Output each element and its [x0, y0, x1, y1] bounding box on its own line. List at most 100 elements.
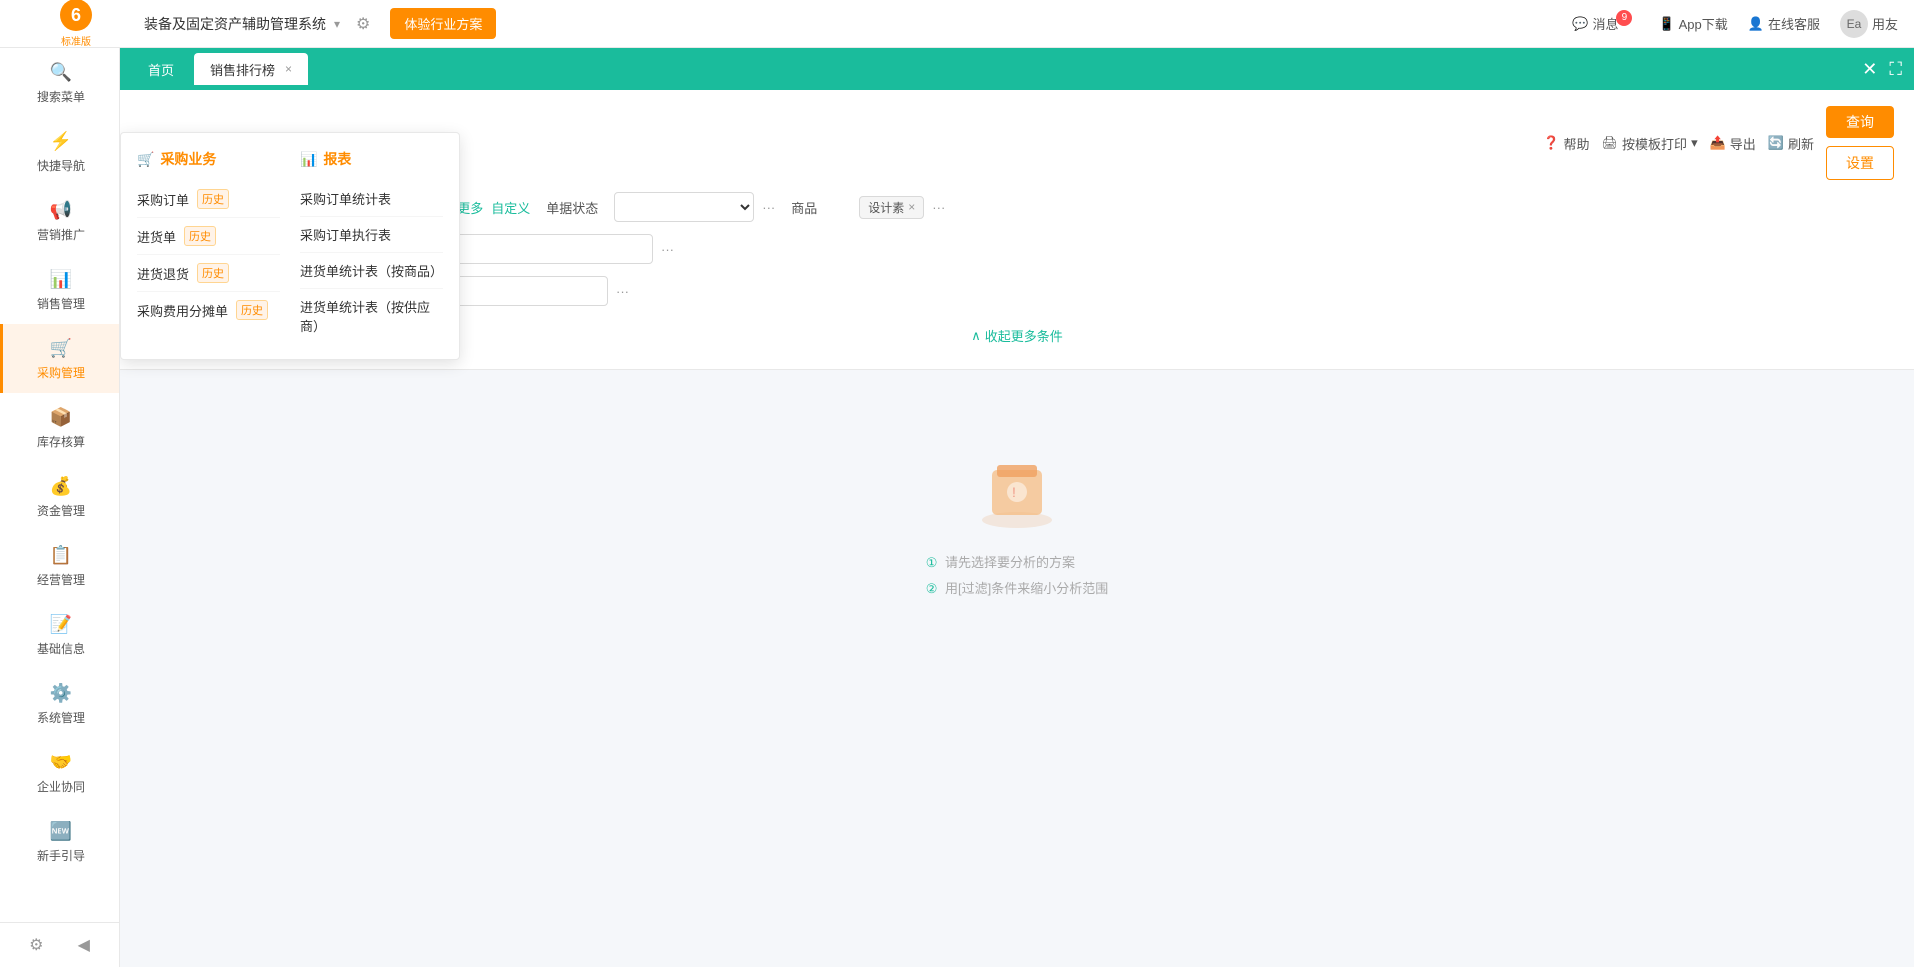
date-more[interactable]: 更多: [457, 198, 483, 217]
menu-item-report-order-stat[interactable]: 采购订单统计表: [300, 181, 443, 217]
doc-status-select[interactable]: [614, 192, 754, 222]
menu-item-label: 进货单: [137, 227, 176, 246]
help-button[interactable]: ❓ 帮助: [1543, 134, 1589, 153]
salesman-input[interactable]: [453, 234, 653, 264]
user-avatar: Ea: [1840, 10, 1868, 38]
menu-item-report-inbound-goods[interactable]: 进货单统计表（按商品）: [300, 253, 443, 289]
dropdown-menu: 🛒 采购业务 采购订单 历史 进货单 历史 进货退货: [120, 132, 460, 360]
quick-icon: ⚡: [49, 129, 73, 153]
logo-text: 标准版: [61, 33, 91, 48]
purchase-menu-title-icon: 🛒: [137, 151, 154, 168]
sidebar-item-label: 营销推广: [37, 226, 85, 243]
sidebar-item-inventory[interactable]: 📦 库存核算: [0, 393, 119, 462]
print-dropdown-icon[interactable]: ▾: [1691, 135, 1698, 151]
filter-goods: 商品 设计素 × ···: [791, 196, 945, 219]
menu-item-return[interactable]: 进货退货 历史: [137, 255, 280, 292]
sidebar-item-search[interactable]: 🔍 搜索菜单: [0, 48, 119, 117]
goods-tag-close[interactable]: ×: [908, 200, 915, 214]
empty-tips: ① 请先选择要分析的方案 ② 用[过滤]条件来缩小分析范围: [926, 550, 1109, 602]
menu-item-label: 采购订单执行表: [300, 225, 391, 244]
sidebar-item-guide[interactable]: 🆕 新手引导: [0, 807, 119, 876]
system-title-text: 装备及固定资产辅助管理系统: [144, 14, 326, 34]
sidebar-item-quick[interactable]: ⚡ 快捷导航: [0, 117, 119, 186]
tab-expand-icon[interactable]: ⛶: [1889, 59, 1902, 80]
purchase-menu-title: 🛒 采购业务: [137, 149, 280, 169]
empty-state: ! ① 请先选择要分析的方案 ② 用[过滤]条件来缩小分析范围: [120, 370, 1914, 682]
tab-close-icon[interactable]: ×: [285, 62, 292, 76]
refresh-button[interactable]: 🔄 刷新: [1768, 134, 1814, 153]
guide-icon: 🆕: [49, 819, 73, 843]
header-right: 💬 消息 9 📱 App下载 👤 在线客服 Ea 用友: [1572, 10, 1898, 38]
mobile-icon: 📱: [1658, 16, 1674, 32]
filter-doc-status: 单据状态 ···: [546, 192, 775, 222]
sidebar: 🔍 搜索菜单 ⚡ 快捷导航 📢 营销推广 📊 销售管理 🛒 采购管理 📦 库存核…: [0, 48, 120, 967]
message-icon: 💬: [1572, 16, 1588, 32]
title-dropdown-icon[interactable]: ▾: [334, 17, 340, 31]
sidebar-item-finance[interactable]: 💰 资金管理: [0, 462, 119, 531]
main-layout: 🔍 搜索菜单 ⚡ 快捷导航 📢 营销推广 📊 销售管理 🛒 采购管理 📦 库存核…: [0, 48, 1914, 967]
menu-item-report-inbound-supplier[interactable]: 进货单统计表（按供应商）: [300, 289, 443, 343]
message-badge: 9: [1616, 10, 1632, 26]
print-button[interactable]: 🖨 按模板打印 ▾: [1602, 134, 1698, 153]
sidebar-item-sales[interactable]: 📊 销售管理: [0, 255, 119, 324]
sidebar-item-label: 资金管理: [37, 502, 85, 519]
sidebar-item-basic[interactable]: 📝 基础信息: [0, 600, 119, 669]
set-button[interactable]: 设置: [1826, 146, 1894, 180]
footer-settings-icon[interactable]: ⚙: [29, 935, 43, 955]
header: 6 标准版 装备及固定资产辅助管理系统 ▾ ⚙ 体验行业方案 💬 消息 9 📱 …: [0, 0, 1914, 48]
menu-item-inbound[interactable]: 进货单 历史: [137, 218, 280, 255]
sidebar-item-label: 销售管理: [37, 295, 85, 312]
print-icon: 🖨: [1602, 135, 1619, 151]
collapse-icon: ∧: [971, 328, 981, 344]
footer-collapse-icon[interactable]: ◀: [78, 935, 90, 955]
sidebar-item-label: 经营管理: [37, 571, 85, 588]
history-badge: 历史: [197, 263, 229, 283]
sidebar-item-operations[interactable]: 📋 经营管理: [0, 531, 119, 600]
content-wrapper: 🛒 采购业务 采购订单 历史 进货单 历史 进货退货: [120, 90, 1914, 682]
sidebar-item-marketing[interactable]: 📢 营销推广: [0, 186, 119, 255]
goods-ellipsis[interactable]: ···: [932, 200, 945, 215]
empty-state-icon: !: [967, 450, 1067, 530]
finance-icon: 💰: [49, 474, 73, 498]
help-icon: ❓: [1543, 135, 1559, 151]
tab-sales-rank[interactable]: 销售排行榜 ×: [194, 53, 308, 85]
logo-area: 6 标准版: [16, 0, 136, 48]
sidebar-item-enterprise[interactable]: 🤝 企业协同: [0, 738, 119, 807]
message-button[interactable]: 💬 消息 9: [1572, 14, 1638, 33]
logo-icon: 6: [60, 0, 92, 31]
empty-tip-1: ① 请先选择要分析的方案: [926, 550, 1109, 576]
tab-home[interactable]: 首页: [132, 53, 190, 85]
system-title-area: 装备及固定资产辅助管理系统 ▾ ⚙ 体验行业方案: [144, 8, 1572, 39]
inventory-icon: 📦: [49, 405, 73, 429]
marketing-icon: 📢: [49, 198, 73, 222]
sidebar-footer: ⚙ ◀: [0, 922, 119, 967]
user-menu[interactable]: Ea 用友: [1840, 10, 1898, 38]
date-custom[interactable]: 自定义: [491, 198, 530, 217]
doc-status-ellipsis[interactable]: ···: [762, 200, 775, 215]
search-icon: 🔍: [49, 60, 73, 84]
sidebar-item-label: 系统管理: [37, 709, 85, 726]
purchase-menu-column: 🛒 采购业务 采购订单 历史 进货单 历史 进货退货: [137, 149, 280, 343]
sidebar-item-label: 搜索菜单: [37, 88, 85, 105]
trial-button[interactable]: 体验行业方案: [390, 8, 496, 39]
export-button[interactable]: 📤 导出: [1710, 134, 1756, 153]
query-button[interactable]: 查询: [1826, 106, 1894, 138]
sidebar-item-system[interactable]: ⚙️ 系统管理: [0, 669, 119, 738]
menu-item-purchase-order[interactable]: 采购订单 历史: [137, 181, 280, 218]
empty-tip-2: ② 用[过滤]条件来缩小分析范围: [926, 576, 1109, 602]
settings-icon[interactable]: ⚙: [356, 14, 370, 34]
sidebar-item-label: 基础信息: [37, 640, 85, 657]
menu-item-report-order-exec[interactable]: 采购订单执行表: [300, 217, 443, 253]
app-download-button[interactable]: 📱 App下载: [1658, 14, 1727, 33]
tab-close-page-icon[interactable]: ✕: [1862, 59, 1877, 80]
sidebar-item-purchase[interactable]: 🛒 采购管理: [0, 324, 119, 393]
customer-ellipsis[interactable]: ···: [616, 284, 629, 299]
sidebar-item-label: 企业协同: [37, 778, 85, 795]
refresh-icon: 🔄: [1768, 135, 1784, 151]
sidebar-item-label: 快捷导航: [37, 157, 85, 174]
service-button[interactable]: 👤 在线客服: [1748, 14, 1820, 33]
salesman-ellipsis[interactable]: ···: [661, 242, 674, 257]
report-menu-title: 📊 报表: [300, 149, 443, 169]
menu-item-label: 进货单统计表（按商品）: [300, 261, 443, 280]
menu-item-expense[interactable]: 采购费用分摊单 历史: [137, 292, 280, 328]
